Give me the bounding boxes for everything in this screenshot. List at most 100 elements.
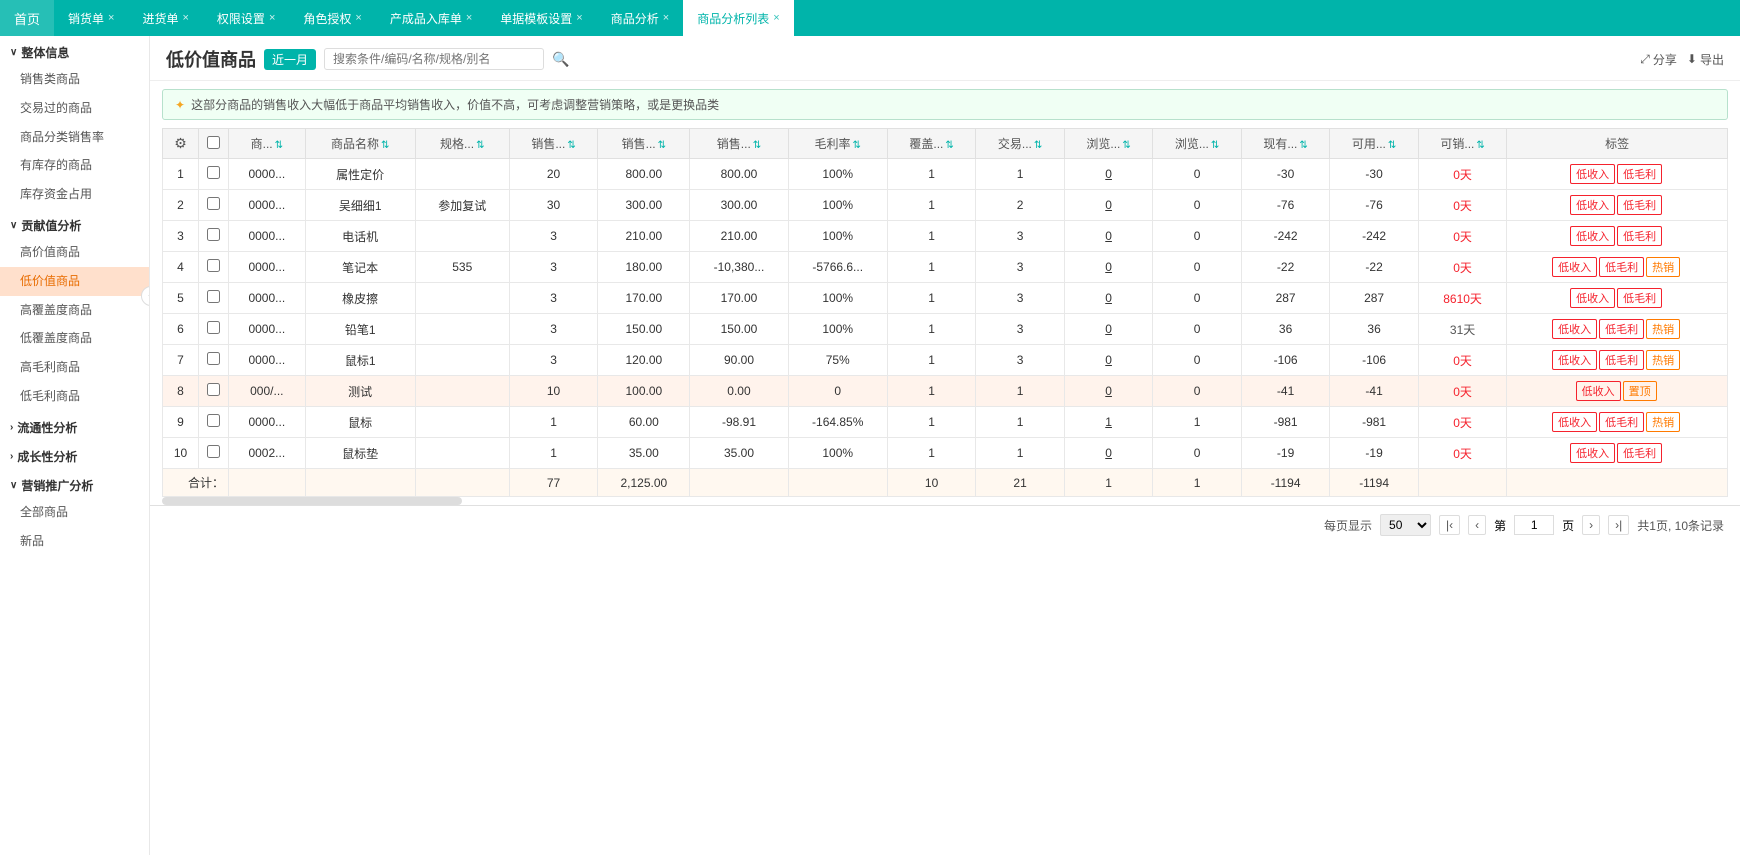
nav-close-purchase[interactable]: ×: [182, 12, 188, 24]
row-browse1[interactable]: 0: [1064, 314, 1153, 345]
browse1-value[interactable]: 0: [1105, 229, 1112, 243]
browse1-value[interactable]: 0: [1105, 291, 1112, 305]
row-check[interactable]: [199, 314, 229, 345]
date-filter-btn[interactable]: 近一月: [264, 49, 316, 70]
th-browse1[interactable]: 浏览...⇅: [1064, 129, 1153, 159]
nav-home[interactable]: 首页: [0, 0, 54, 36]
row-checkbox[interactable]: [207, 414, 220, 427]
sidebar-item-traded-goods[interactable]: 交易过的商品: [0, 94, 149, 123]
prev-page-btn[interactable]: ‹: [1468, 515, 1486, 535]
row-checkbox[interactable]: [207, 321, 220, 334]
sidebar-section-overview[interactable]: ∨ 整体信息: [0, 36, 149, 65]
th-code[interactable]: 商...⇅: [229, 129, 306, 159]
row-check[interactable]: [199, 283, 229, 314]
row-check[interactable]: [199, 159, 229, 190]
nav-close-permissions[interactable]: ×: [269, 12, 275, 24]
sidebar-item-high-margin[interactable]: 高毛利商品: [0, 353, 149, 382]
share-btn[interactable]: ⤢ 分享: [1640, 51, 1677, 68]
th-spec[interactable]: 规格...⇅: [415, 129, 509, 159]
row-browse1[interactable]: 0: [1064, 190, 1153, 221]
browse1-value[interactable]: 0: [1105, 353, 1112, 367]
row-checkbox[interactable]: [207, 352, 220, 365]
row-checkbox[interactable]: [207, 383, 220, 396]
th-cover[interactable]: 覆盖...⇅: [887, 129, 976, 159]
row-browse1[interactable]: 0: [1064, 159, 1153, 190]
row-checkbox[interactable]: [207, 445, 220, 458]
row-check[interactable]: [199, 252, 229, 283]
nav-close-products[interactable]: ×: [466, 12, 472, 24]
nav-purchase[interactable]: 进货单 ×: [128, 0, 202, 36]
th-sellable[interactable]: 可销...⇅: [1418, 129, 1507, 159]
browse1-value[interactable]: 0: [1105, 198, 1112, 212]
nav-sales[interactable]: 销货单 ×: [54, 0, 128, 36]
sidebar-item-high-value[interactable]: 高价值商品: [0, 238, 149, 267]
nav-products[interactable]: 产成品入库单 ×: [376, 0, 486, 36]
browse1-value[interactable]: 0: [1105, 260, 1112, 274]
nav-close-sales[interactable]: ×: [108, 12, 114, 24]
sidebar-section-marketing[interactable]: ∨ 营销推广分析: [0, 469, 149, 498]
row-check[interactable]: [199, 438, 229, 469]
export-btn[interactable]: ⬇ 导出: [1687, 51, 1724, 68]
nav-close-goods-analysis[interactable]: ×: [663, 12, 669, 24]
search-icon[interactable]: 🔍: [552, 51, 569, 68]
th-trade[interactable]: 交易...⇅: [976, 129, 1065, 159]
row-browse1[interactable]: 0: [1064, 283, 1153, 314]
nav-templates[interactable]: 单据模板设置 ×: [486, 0, 596, 36]
browse1-value[interactable]: 0: [1105, 384, 1112, 398]
sidebar-section-contribution[interactable]: ∨ 贡献值分析: [0, 209, 149, 238]
sidebar-section-growth[interactable]: › 成长性分析: [0, 440, 149, 469]
nav-roles[interactable]: 角色授权 ×: [289, 0, 375, 36]
row-check[interactable]: [199, 376, 229, 407]
row-checkbox[interactable]: [207, 197, 220, 210]
nav-close-goods-list[interactable]: ×: [773, 12, 779, 24]
th-sale3[interactable]: 销售...⇅: [690, 129, 788, 159]
sidebar-item-stock-capital[interactable]: 库存资金占用: [0, 180, 149, 209]
page-number-input[interactable]: [1514, 515, 1554, 535]
row-check[interactable]: [199, 345, 229, 376]
sidebar-item-all-goods[interactable]: 全部商品: [0, 498, 149, 527]
browse1-value[interactable]: 0: [1105, 446, 1112, 460]
th-qty[interactable]: 销售...⇅: [509, 129, 598, 159]
row-check[interactable]: [199, 221, 229, 252]
row-checkbox[interactable]: [207, 166, 220, 179]
settings-icon[interactable]: ⚙: [174, 135, 187, 151]
row-browse1[interactable]: 0: [1064, 221, 1153, 252]
browse1-value[interactable]: 1: [1105, 415, 1112, 429]
row-check[interactable]: [199, 190, 229, 221]
last-page-btn[interactable]: ›|: [1608, 515, 1629, 535]
sidebar-item-category-rate[interactable]: 商品分类销售率: [0, 123, 149, 152]
th-amount[interactable]: 销售...⇅: [598, 129, 690, 159]
sidebar-item-high-cover[interactable]: 高覆盖度商品: [0, 296, 149, 325]
page-size-select[interactable]: 50 100 200: [1380, 514, 1431, 536]
th-name[interactable]: 商品名称⇅: [305, 129, 415, 159]
th-current[interactable]: 现有...⇅: [1241, 129, 1330, 159]
nav-goods-analysis[interactable]: 商品分析 ×: [597, 0, 683, 36]
row-check[interactable]: [199, 407, 229, 438]
row-checkbox[interactable]: [207, 290, 220, 303]
th-check[interactable]: [199, 129, 229, 159]
sidebar-item-low-cover[interactable]: 低覆盖度商品: [0, 324, 149, 353]
sidebar-section-liquidity[interactable]: › 流通性分析: [0, 411, 149, 440]
th-settings[interactable]: ⚙: [163, 129, 199, 159]
browse1-value[interactable]: 0: [1105, 167, 1112, 181]
row-browse1[interactable]: 0: [1064, 252, 1153, 283]
sidebar-item-new-goods[interactable]: 新品: [0, 527, 149, 556]
row-browse1[interactable]: 1: [1064, 407, 1153, 438]
select-all-checkbox[interactable]: [207, 136, 220, 149]
search-input[interactable]: [324, 48, 544, 70]
next-page-btn[interactable]: ›: [1582, 515, 1600, 535]
th-avail[interactable]: 可用...⇅: [1330, 129, 1419, 159]
browse1-value[interactable]: 0: [1105, 322, 1112, 336]
sidebar-item-stock-goods[interactable]: 有库存的商品: [0, 151, 149, 180]
first-page-btn[interactable]: |‹: [1439, 515, 1460, 535]
nav-goods-list[interactable]: 商品分析列表 ×: [683, 0, 793, 36]
th-browse2[interactable]: 浏览...⇅: [1153, 129, 1242, 159]
sidebar-item-sales-goods[interactable]: 销售类商品: [0, 65, 149, 94]
th-gross[interactable]: 毛利率⇅: [788, 129, 887, 159]
sidebar-item-low-value[interactable]: 低价值商品: [0, 267, 149, 296]
row-checkbox[interactable]: [207, 228, 220, 241]
row-checkbox[interactable]: [207, 259, 220, 272]
row-browse1[interactable]: 0: [1064, 345, 1153, 376]
nav-close-roles[interactable]: ×: [355, 12, 361, 24]
row-browse1[interactable]: 0: [1064, 438, 1153, 469]
